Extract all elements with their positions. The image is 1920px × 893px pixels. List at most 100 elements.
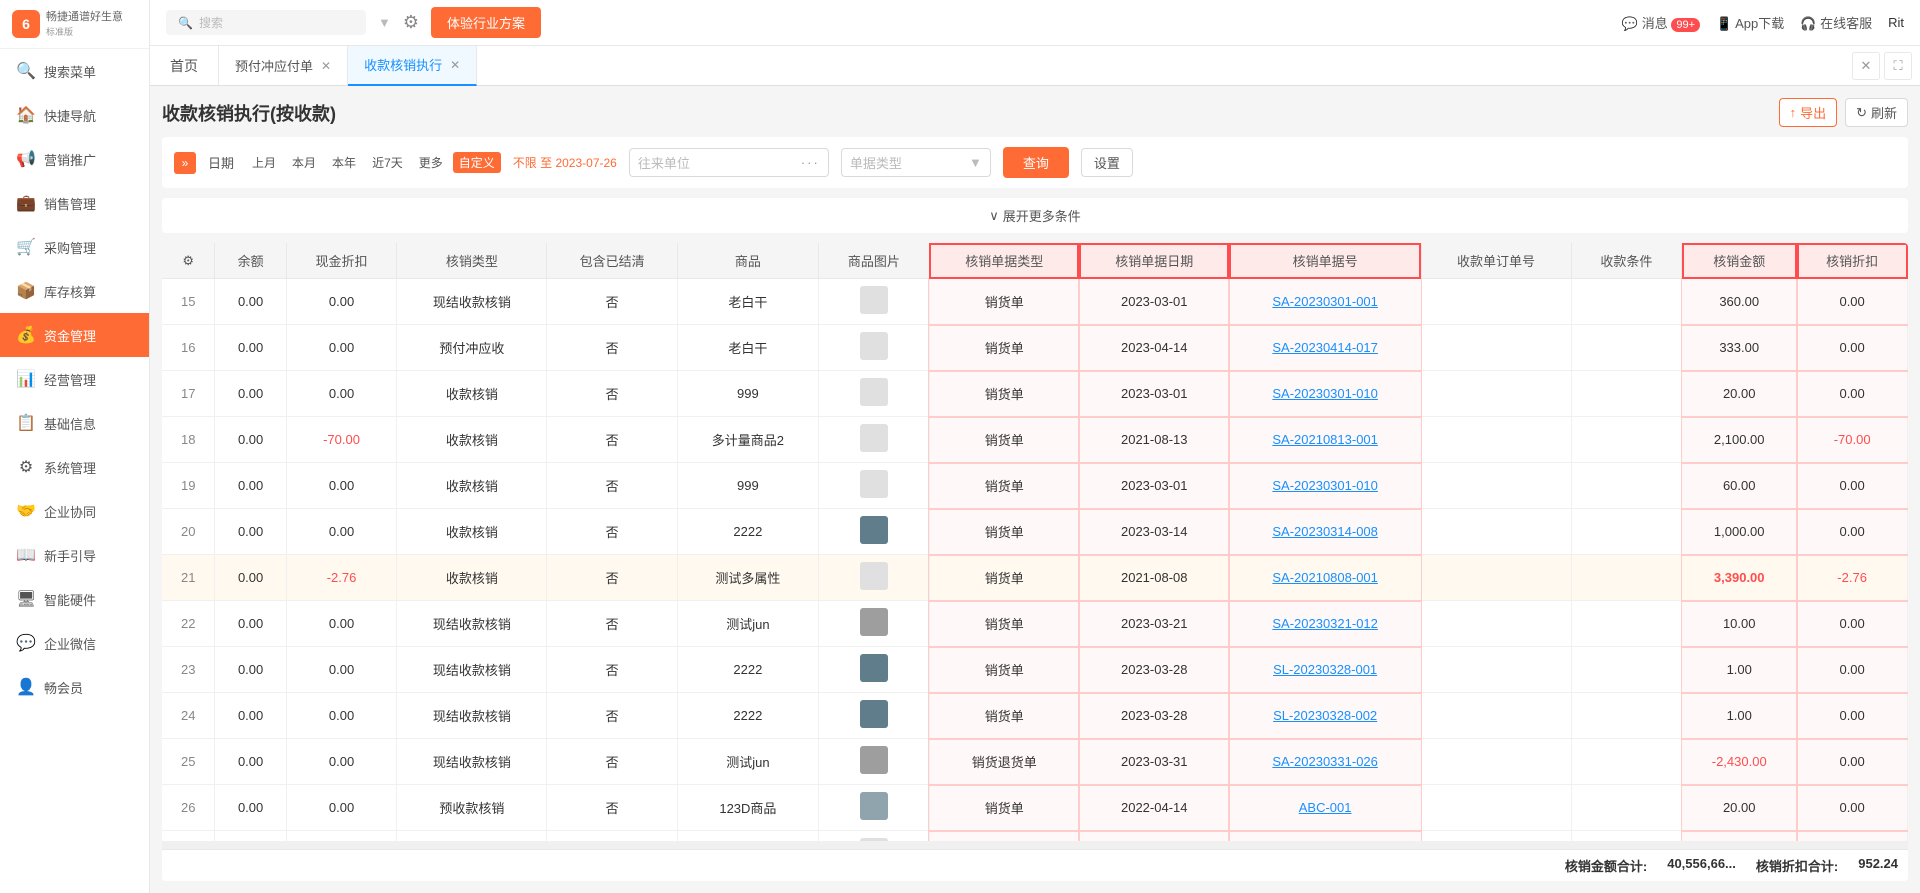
sidebar-item-guide[interactable]: 📖 新手引导 <box>0 533 149 577</box>
cell-goods_img <box>819 601 930 647</box>
cell-cash_discount: 0.00 <box>286 463 397 509</box>
cancel-amount-total: 40,556,66... <box>1667 856 1736 875</box>
sidebar-item-wechat[interactable]: 💬 企业微信 <box>0 621 149 665</box>
th-gear[interactable]: ⚙ <box>162 243 215 279</box>
sidebar-item-quick-nav[interactable]: 🏠 快捷导航 <box>0 93 149 137</box>
cell-cancel_no[interactable]: SA-20210808-001 <box>1229 555 1421 601</box>
product-image <box>860 700 888 728</box>
app-download-link[interactable]: 📱 App下载 <box>1716 13 1784 32</box>
cell-cancel_no[interactable]: SA-20230314-008 <box>1229 509 1421 555</box>
tab-cancel-exec-close[interactable]: ✕ <box>450 58 460 72</box>
query-button[interactable]: 查询 <box>1003 147 1069 178</box>
filter-settings-button[interactable]: 设置 <box>1081 148 1133 177</box>
cell-cancel_amount: 333.00 <box>1682 325 1797 371</box>
tab-prepay-close[interactable]: ✕ <box>321 59 331 73</box>
date-this-year[interactable]: 本年 <box>326 152 362 173</box>
cell-cancel_amount: 20.00 <box>1682 785 1797 831</box>
cell-receipt_condition <box>1571 371 1682 417</box>
cell-cancel_no[interactable]: SA-20230414-017 <box>1229 325 1421 371</box>
cell-cancel_amount: 1.00 <box>1682 693 1797 739</box>
cell-goods_img <box>819 325 930 371</box>
cell-cancel_date: 2023-03-01 <box>1079 463 1229 509</box>
cell-cancel_no[interactable]: SL-20230328-002 <box>1229 693 1421 739</box>
cell-cancel_date: 2021-08-08 <box>1079 555 1229 601</box>
cell-cancel_no[interactable]: SA-20230331-026 <box>1229 739 1421 785</box>
sidebar-item-finance[interactable]: 💰 资金管理 <box>0 313 149 357</box>
cell-goods: 测试多属性 <box>677 555 818 601</box>
cell-goods: 999 <box>677 463 818 509</box>
cell-cancel_no[interactable]: SA-20230321-012 <box>1229 601 1421 647</box>
logo-text: 畅捷通谱好生意 标准版 <box>46 10 123 37</box>
cell-cancel_no[interactable]: SA-20210813-001 <box>1229 417 1421 463</box>
sidebar-item-inventory[interactable]: 📦 库存核算 <box>0 269 149 313</box>
sidebar-item-basic-info[interactable]: 📋 基础信息 <box>0 401 149 445</box>
tab-cancel-exec[interactable]: 收款核销执行 ✕ <box>348 46 477 86</box>
date-custom[interactable]: 自定义 <box>453 152 501 173</box>
cell-balance: 0.00 <box>215 417 286 463</box>
cell-cancel_no[interactable]: ABC-001 <box>1229 785 1421 831</box>
product-image <box>860 792 888 820</box>
sidebar-item-enterprise[interactable]: 🤝 企业协同 <box>0 489 149 533</box>
search-bar[interactable]: 🔍 搜索 <box>166 10 366 35</box>
expand-more-button[interactable]: ∨ 展开更多条件 <box>162 202 1908 229</box>
cell-receipt_order_no <box>1421 371 1571 417</box>
export-button[interactable]: ↑ 导出 <box>1779 98 1838 127</box>
cell-cancel_bill_type: 销货单 <box>929 693 1079 739</box>
table-row: 160.000.00预付冲应收否老白干销货单2023-04-14SA-20230… <box>162 325 1908 371</box>
date-last-month[interactable]: 上月 <box>246 152 282 173</box>
bill-type-select[interactable]: 单据类型 ▼ <box>841 148 991 177</box>
table-row: 150.000.00现结收款核销否老白干销货单2023-03-01SA-2023… <box>162 279 1908 325</box>
sidebar-item-operations[interactable]: 📊 经营管理 <box>0 357 149 401</box>
horizontal-scrollbar[interactable] <box>162 841 1908 849</box>
sidebar-item-search[interactable]: 🔍 搜索菜单 <box>0 49 149 93</box>
sidebar-item-smart-hardware[interactable]: 🖥 智能硬件 <box>0 577 149 621</box>
cell-cancel_date: 2023-03-28 <box>1079 693 1229 739</box>
date-this-month[interactable]: 本月 <box>286 152 322 173</box>
sidebar-item-marketing[interactable]: 📢 营销推广 <box>0 137 149 181</box>
page-title: 收款核销执行(按收款) <box>162 100 336 126</box>
cell-cancel_no[interactable]: SL-20230328-001 <box>1229 647 1421 693</box>
tab-maximize-button[interactable]: ⛶ <box>1884 52 1912 80</box>
tab-close-all-button[interactable]: ✕ <box>1852 52 1880 80</box>
cell-receipt_condition <box>1571 325 1682 371</box>
notification-icon[interactable]: 💬 消息 99+ <box>1622 13 1700 32</box>
sidebar-item-sales[interactable]: 💼 销售管理 <box>0 181 149 225</box>
cell-cancel_no[interactable]: SA-20230301-010 <box>1229 371 1421 417</box>
cell-cancel_amount: 100.00 <box>1682 831 1797 842</box>
online-service-link[interactable]: 🎧 在线客服 <box>1800 13 1872 32</box>
refresh-button[interactable]: ↻ 刷新 <box>1845 98 1908 127</box>
product-image <box>860 378 888 406</box>
cell-cancel_no[interactable]: SL-20230408-001 <box>1229 831 1421 842</box>
cell-goods_img <box>819 693 930 739</box>
filter-expand-button[interactable]: » <box>174 152 196 174</box>
sidebar-item-member[interactable]: 👤 畅会员 <box>0 665 149 709</box>
cell-gear: 20 <box>162 509 215 555</box>
cell-include_settled: 否 <box>547 279 677 325</box>
date-more[interactable]: 更多 <box>413 152 449 173</box>
settings-gear-icon[interactable]: ⚙ <box>403 12 419 33</box>
cell-gear: 26 <box>162 785 215 831</box>
date-last-7-days[interactable]: 近7天 <box>366 152 409 173</box>
user-name: Rit <box>1888 15 1904 30</box>
table-gear-icon[interactable]: ⚙ <box>172 253 204 269</box>
cell-cancel_no[interactable]: SA-20230301-010 <box>1229 463 1421 509</box>
table-scroll-area[interactable]: ⚙余额现金折扣核销类型包含已结清商品商品图片核销单据类型核销单据日期核销单据号收… <box>162 243 1908 841</box>
tab-home[interactable]: 首页 <box>150 46 219 86</box>
table-row: 190.000.00收款核销否999销货单2023-03-01SA-202303… <box>162 463 1908 509</box>
cell-goods: 2222 <box>677 647 818 693</box>
cell-receipt_condition <box>1571 601 1682 647</box>
counterparty-field[interactable]: 往来单位 ··· <box>629 148 829 177</box>
sidebar-item-purchase[interactable]: 🛒 采购管理 <box>0 225 149 269</box>
cell-cancel_no[interactable]: SA-20230301-001 <box>1229 279 1421 325</box>
cell-cancel_bill_type: 销货单 <box>929 647 1079 693</box>
cell-gear: 22 <box>162 601 215 647</box>
sidebar-item-system[interactable]: ⚙ 系统管理 <box>0 445 149 489</box>
cell-cash_discount: 0.00 <box>286 509 397 555</box>
cell-cash_discount: -2.76 <box>286 555 397 601</box>
cell-receipt_order_no <box>1421 739 1571 785</box>
refresh-label: 刷新 <box>1871 103 1897 122</box>
tab-prepay[interactable]: 预付冲应付单 ✕ <box>219 46 348 86</box>
cell-goods: 衣服00001 <box>677 831 818 842</box>
page-content: 收款核销执行(按收款) ↑ 导出 ↻ 刷新 » 日期 上月 本月 本年 近7天 <box>150 86 1920 893</box>
industry-solution-button[interactable]: 体验行业方案 <box>431 7 541 38</box>
